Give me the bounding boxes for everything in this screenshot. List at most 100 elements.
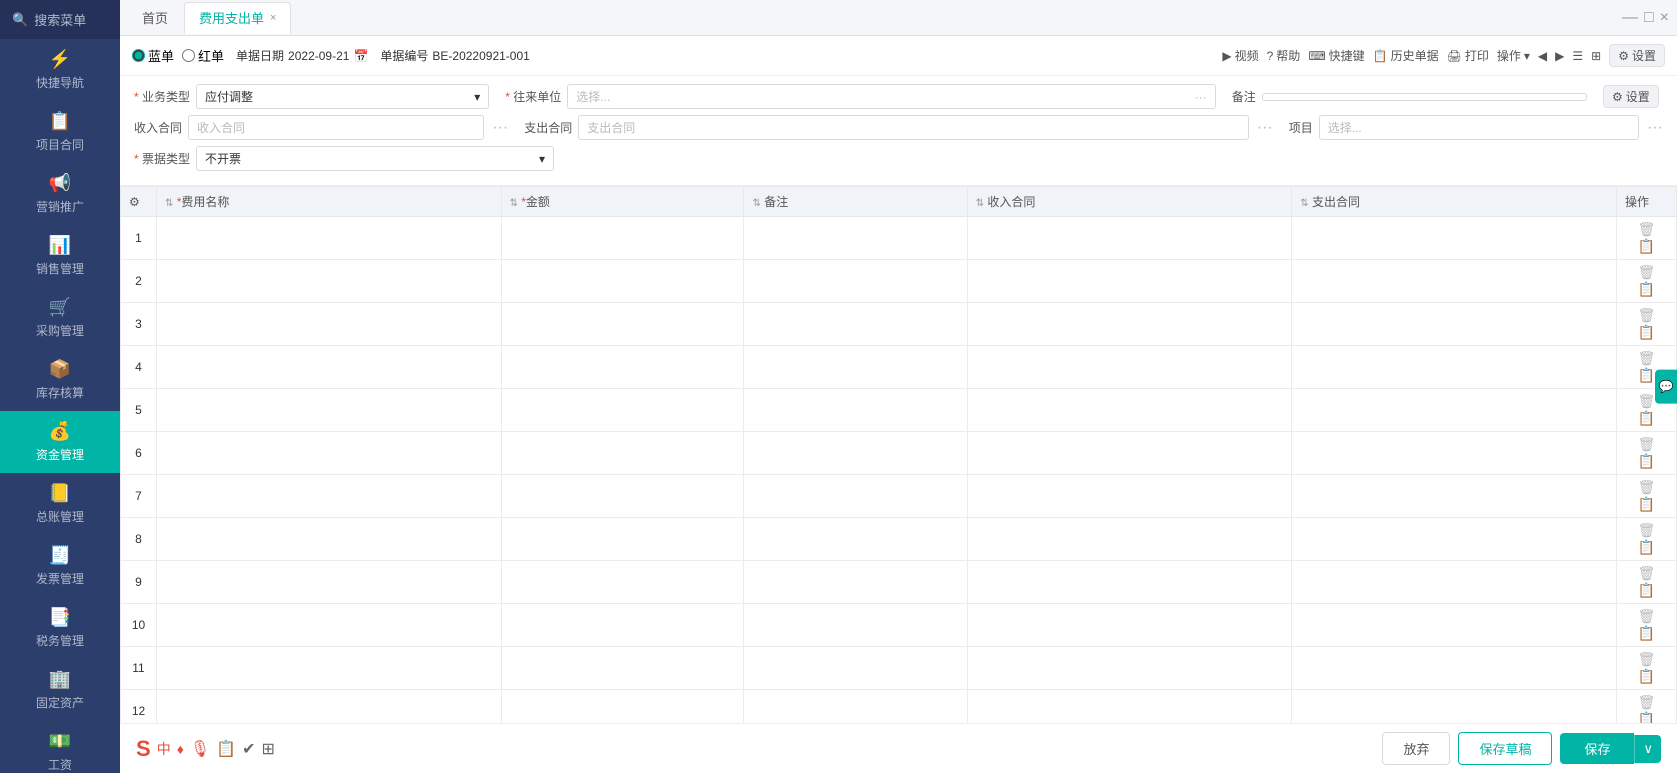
copy-icon-10[interactable]: 📋 xyxy=(1638,625,1655,641)
row-remark-8[interactable] xyxy=(744,518,967,561)
video-btn[interactable]: ▶ 视频 xyxy=(1222,47,1258,64)
col-expense-sort[interactable]: ⇅ xyxy=(1300,198,1308,209)
row-expense-contract-9[interactable] xyxy=(1292,561,1617,604)
row-expense-name-3[interactable] xyxy=(157,303,502,346)
partner-input[interactable]: 选择... ··· xyxy=(567,84,1215,109)
biz-type-select[interactable]: 应付调整 ▾ xyxy=(196,84,489,109)
settings-btn[interactable]: ⚙ 设置 xyxy=(1609,44,1665,67)
sidebar-item-payroll[interactable]: 💵 工资 xyxy=(0,721,120,773)
row-expense-contract-8[interactable] xyxy=(1292,518,1617,561)
row-amount-5[interactable] xyxy=(501,389,744,432)
sidebar-search[interactable]: 🔍 搜索菜单 xyxy=(0,0,120,39)
row-amount-7[interactable] xyxy=(501,475,744,518)
sidebar-item-invoice[interactable]: 🧾 发票管理 xyxy=(0,535,120,597)
row-remark-1[interactable] xyxy=(744,217,967,260)
sidebar-item-marketing[interactable]: 📢 营销推广 xyxy=(0,163,120,225)
col-gear[interactable]: ⚙ xyxy=(121,187,157,217)
row-income-contract-7[interactable] xyxy=(967,475,1292,518)
window-minimize[interactable]: — xyxy=(1622,9,1638,27)
delete-icon-3[interactable]: 🗑 xyxy=(1638,307,1656,323)
row-amount-8[interactable] xyxy=(501,518,744,561)
delete-icon-12[interactable]: 🗑 xyxy=(1638,694,1656,710)
nav-prev[interactable]: ◀ xyxy=(1538,49,1547,63)
row-amount-2[interactable] xyxy=(501,260,744,303)
row-income-contract-9[interactable] xyxy=(967,561,1292,604)
delete-icon-9[interactable]: 🗑 xyxy=(1638,565,1656,581)
delete-icon-1[interactable]: 🗑 xyxy=(1638,221,1656,237)
row-income-contract-12[interactable] xyxy=(967,690,1292,724)
copy-icon-5[interactable]: 📋 xyxy=(1638,410,1655,426)
row-expense-contract-7[interactable] xyxy=(1292,475,1617,518)
print-btn[interactable]: 🖨 打印 xyxy=(1447,47,1489,64)
remark-input[interactable] xyxy=(1262,93,1587,101)
green-side-tab[interactable]: 💬 xyxy=(1655,369,1677,404)
row-amount-9[interactable] xyxy=(501,561,744,604)
delete-icon-10[interactable]: 🗑 xyxy=(1638,608,1656,624)
row-expense-name-2[interactable] xyxy=(157,260,502,303)
calendar-icon[interactable]: 📅 xyxy=(353,49,368,63)
sidebar-item-inventory[interactable]: 📦 库存核算 xyxy=(0,349,120,411)
row-remark-3[interactable] xyxy=(744,303,967,346)
grid-view[interactable]: ⊞ xyxy=(1591,49,1601,63)
sidebar-item-purchase[interactable]: 🛒 采购管理 xyxy=(0,287,120,349)
copy-icon-11[interactable]: 📋 xyxy=(1638,668,1655,684)
delete-icon-7[interactable]: 🗑 xyxy=(1638,479,1656,495)
row-expense-contract-1[interactable] xyxy=(1292,217,1617,260)
shortcut-btn[interactable]: ⌨ 快捷键 xyxy=(1308,47,1364,64)
row-remark-12[interactable] xyxy=(744,690,967,724)
row-expense-contract-4[interactable] xyxy=(1292,346,1617,389)
row-income-contract-10[interactable] xyxy=(967,604,1292,647)
save-draft-button[interactable]: 保存草稿 xyxy=(1458,732,1552,765)
delete-icon-6[interactable]: 🗑 xyxy=(1638,436,1656,452)
row-expense-name-10[interactable] xyxy=(157,604,502,647)
row-remark-4[interactable] xyxy=(744,346,967,389)
delete-icon-11[interactable]: 🗑 xyxy=(1638,651,1656,667)
row-expense-name-4[interactable] xyxy=(157,346,502,389)
col-remark-sort[interactable]: ⇅ xyxy=(752,198,760,209)
row-remark-10[interactable] xyxy=(744,604,967,647)
row-expense-contract-11[interactable] xyxy=(1292,647,1617,690)
row-expense-contract-10[interactable] xyxy=(1292,604,1617,647)
delete-icon-2[interactable]: 🗑 xyxy=(1638,264,1656,280)
income-contract-input[interactable]: 收入合同 xyxy=(188,115,484,140)
radio-red[interactable]: 红单 xyxy=(182,46,224,65)
income-contract-dots[interactable]: ··· xyxy=(492,119,508,137)
row-amount-12[interactable] xyxy=(501,690,744,724)
row-expense-name-5[interactable] xyxy=(157,389,502,432)
save-dropdown-button[interactable]: ∨ xyxy=(1634,735,1661,763)
project-input[interactable]: 选择... xyxy=(1319,115,1639,140)
window-close[interactable]: × xyxy=(1660,9,1669,27)
row-expense-name-6[interactable] xyxy=(157,432,502,475)
window-restore[interactable]: □ xyxy=(1644,9,1654,27)
row-remark-5[interactable] xyxy=(744,389,967,432)
expense-contract-dots[interactable]: ··· xyxy=(1257,119,1273,137)
sidebar-item-assets[interactable]: 🏢 固定资产 xyxy=(0,659,120,721)
abandon-button[interactable]: 放弃 xyxy=(1382,732,1450,765)
list-view[interactable]: ☰ xyxy=(1572,49,1583,63)
project-dots[interactable]: ··· xyxy=(1647,119,1663,137)
row-income-contract-8[interactable] xyxy=(967,518,1292,561)
row-income-contract-6[interactable] xyxy=(967,432,1292,475)
row-income-contract-1[interactable] xyxy=(967,217,1292,260)
radio-blue[interactable]: 蓝单 xyxy=(132,46,174,65)
row-expense-contract-6[interactable] xyxy=(1292,432,1617,475)
row-remark-7[interactable] xyxy=(744,475,967,518)
col-income-sort[interactable]: ⇅ xyxy=(976,198,984,209)
row-amount-6[interactable] xyxy=(501,432,744,475)
row-amount-11[interactable] xyxy=(501,647,744,690)
tab-close-icon[interactable]: × xyxy=(270,12,276,24)
row-expense-contract-3[interactable] xyxy=(1292,303,1617,346)
col-amount-sort[interactable]: ⇅ xyxy=(510,198,518,209)
row-income-contract-3[interactable] xyxy=(967,303,1292,346)
copy-icon-1[interactable]: 📋 xyxy=(1638,238,1655,254)
copy-icon-3[interactable]: 📋 xyxy=(1638,324,1655,340)
row-income-contract-5[interactable] xyxy=(967,389,1292,432)
delete-icon-5[interactable]: 🗑 xyxy=(1638,393,1656,409)
row-amount-1[interactable] xyxy=(501,217,744,260)
delete-icon-8[interactable]: 🗑 xyxy=(1638,522,1656,538)
sidebar-item-tax[interactable]: 📑 税务管理 xyxy=(0,597,120,659)
copy-icon-9[interactable]: 📋 xyxy=(1638,582,1655,598)
copy-icon-6[interactable]: 📋 xyxy=(1638,453,1655,469)
sidebar-item-sales[interactable]: 📊 销售管理 xyxy=(0,225,120,287)
copy-icon-2[interactable]: 📋 xyxy=(1638,281,1655,297)
